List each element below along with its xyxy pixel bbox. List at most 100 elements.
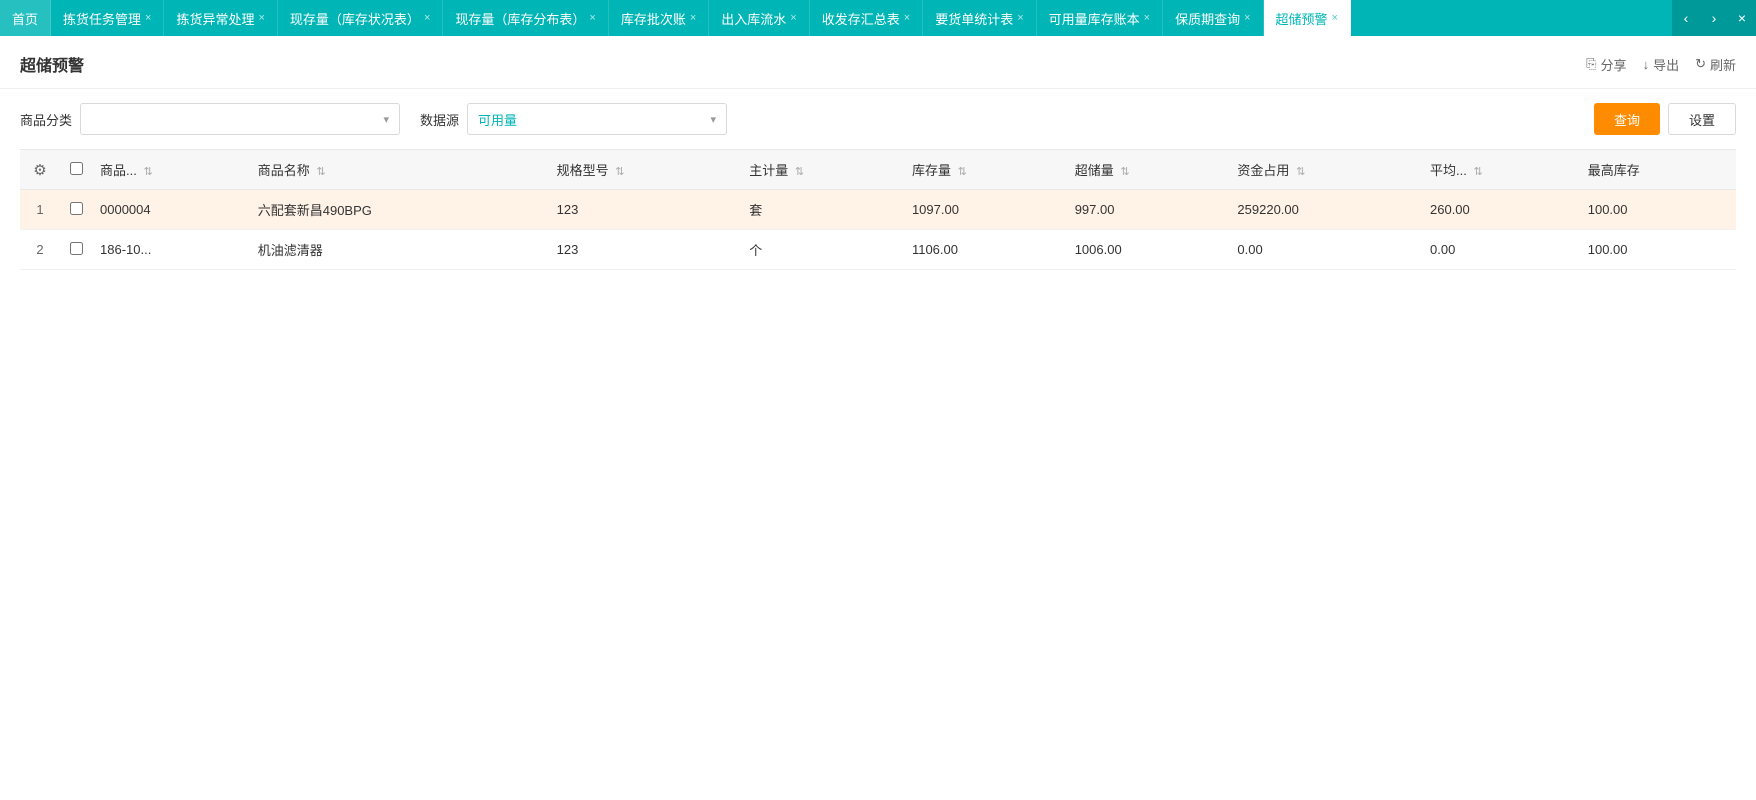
nav-label-5: 库存批次账 xyxy=(621,9,686,28)
th-product-name[interactable]: 商品名称 xyxy=(250,150,549,190)
cell-over-stock-1: 1006.00 xyxy=(1067,230,1230,270)
th-product-name-label: 商品名称 xyxy=(258,163,310,178)
datasource-select[interactable]: 可用量 ▾ xyxy=(467,103,727,135)
cell-stock-1: 1106.00 xyxy=(904,230,1067,270)
datasource-value: 可用量 xyxy=(478,110,517,129)
cell-spec-1: 123 xyxy=(549,230,742,270)
th-checkbox[interactable] xyxy=(60,150,92,190)
nav-label-home: 首页 xyxy=(12,9,38,28)
cell-unit-0: 套 xyxy=(741,190,904,230)
nav-item-5[interactable]: 库存批次账 × xyxy=(609,0,709,36)
nav-close-10[interactable]: × xyxy=(1244,12,1250,24)
nav-item-3[interactable]: 现存量（库存状况表） × xyxy=(278,0,443,36)
nav-label-6: 出入库流水 xyxy=(721,9,786,28)
table-row: 2 186-10... 机油滤清器 123 个 1106.00 1006.00 … xyxy=(20,230,1736,270)
nav-arrow-left[interactable]: ‹ xyxy=(1672,0,1700,36)
th-over-stock[interactable]: 超储量 xyxy=(1067,150,1230,190)
cell-spec-0: 123 xyxy=(549,190,742,230)
nav-item-4[interactable]: 现存量（库存分布表） × xyxy=(443,0,608,36)
nav-close-4[interactable]: × xyxy=(589,12,595,24)
refresh-label: 刷新 xyxy=(1710,55,1736,74)
th-stock-label: 库存量 xyxy=(912,163,951,178)
nav-close-8[interactable]: × xyxy=(1017,12,1023,24)
th-max-stock[interactable]: 最高库存 xyxy=(1580,150,1736,190)
th-stock[interactable]: 库存量 xyxy=(904,150,1067,190)
nav-label-11: 超储预警 xyxy=(1276,9,1328,28)
sort-stock-icon[interactable] xyxy=(958,165,967,178)
sort-unit-icon[interactable] xyxy=(795,165,804,178)
sort-product-code-icon[interactable] xyxy=(143,165,152,178)
nav-item-9[interactable]: 可用量库存账本 × xyxy=(1037,0,1163,36)
nav-label-7: 收发存汇总表 xyxy=(822,9,900,28)
nav-close-7[interactable]: × xyxy=(904,12,910,24)
sort-product-name-icon[interactable] xyxy=(316,165,325,178)
category-label: 商品分类 xyxy=(20,110,72,129)
nav-item-6[interactable]: 出入库流水 × xyxy=(709,0,809,36)
th-gear[interactable]: ⚙ xyxy=(20,150,60,190)
category-filter: 商品分类 ▾ xyxy=(20,103,400,135)
gear-icon[interactable]: ⚙ xyxy=(33,162,46,179)
share-button[interactable]: ⎘ 分享 xyxy=(1586,55,1626,74)
th-over-stock-label: 超储量 xyxy=(1075,163,1114,178)
datasource-filter: 数据源 可用量 ▾ xyxy=(420,103,727,135)
cell-product-name-0: 六配套新昌490BPG xyxy=(250,190,549,230)
nav-item-8[interactable]: 要货单统计表 × xyxy=(923,0,1036,36)
nav-item-home[interactable]: 首页 xyxy=(0,0,51,36)
th-capital-label: 资金占用 xyxy=(1237,163,1289,178)
cell-avg-0: 260.00 xyxy=(1422,190,1580,230)
sort-avg-icon[interactable] xyxy=(1473,165,1482,178)
filter-buttons: 查询 设置 xyxy=(1594,103,1736,135)
export-button[interactable]: ↓ 导出 xyxy=(1643,55,1680,74)
nav-close-11[interactable]: × xyxy=(1332,12,1338,24)
cell-capital-0: 259220.00 xyxy=(1229,190,1422,230)
row-num-0: 1 xyxy=(20,190,60,230)
nav-label-3: 现存量（库存状况表） xyxy=(290,9,420,28)
data-table: ⚙ 商品... 商品名称 规格型号 xyxy=(20,149,1736,270)
sort-capital-icon[interactable] xyxy=(1296,165,1305,178)
nav-item-11[interactable]: 超储预警 × xyxy=(1264,0,1351,36)
nav-bar: 首页 拣货任务管理 × 拣货异常处理 × 现存量（库存状况表） × 现存量（库存… xyxy=(0,0,1756,36)
select-all-checkbox[interactable] xyxy=(70,162,83,175)
nav-close-3[interactable]: × xyxy=(424,12,430,24)
th-avg[interactable]: 平均... xyxy=(1422,150,1580,190)
nav-label-10: 保质期查询 xyxy=(1175,9,1240,28)
nav-arrow-close[interactable]: × xyxy=(1728,0,1756,36)
th-avg-label: 平均... xyxy=(1430,163,1467,178)
nav-item-7[interactable]: 收发存汇总表 × xyxy=(810,0,923,36)
nav-label-2: 拣货异常处理 xyxy=(176,9,254,28)
sort-over-stock-icon[interactable] xyxy=(1120,165,1129,178)
nav-item-10[interactable]: 保质期查询 × xyxy=(1163,0,1263,36)
cell-product-name-1: 机油滤清器 xyxy=(250,230,549,270)
th-max-stock-label: 最高库存 xyxy=(1588,163,1640,178)
th-capital[interactable]: 资金占用 xyxy=(1229,150,1422,190)
th-unit[interactable]: 主计量 xyxy=(741,150,904,190)
category-select[interactable]: ▾ xyxy=(80,103,400,135)
row-checkbox-1[interactable] xyxy=(60,230,92,270)
export-label: 导出 xyxy=(1653,55,1679,74)
nav-item-1[interactable]: 拣货任务管理 × xyxy=(51,0,164,36)
nav-close-2[interactable]: × xyxy=(258,12,264,24)
page-content: 超储预警 ⎘ 分享 ↓ 导出 ↻ 刷新 商品分类 ▾ 数据源 xyxy=(0,36,1756,800)
query-button[interactable]: 查询 xyxy=(1594,103,1660,135)
nav-close-9[interactable]: × xyxy=(1144,12,1150,24)
row-checkbox-0[interactable] xyxy=(60,190,92,230)
settings-button[interactable]: 设置 xyxy=(1668,103,1736,135)
th-spec-label: 规格型号 xyxy=(557,163,609,178)
nav-close-1[interactable]: × xyxy=(145,12,151,24)
nav-item-2[interactable]: 拣货异常处理 × xyxy=(164,0,277,36)
header-actions: ⎘ 分享 ↓ 导出 ↻ 刷新 xyxy=(1586,55,1736,74)
refresh-button[interactable]: ↻ 刷新 xyxy=(1695,55,1736,74)
nav-arrow-right[interactable]: › xyxy=(1700,0,1728,36)
cell-max-stock-0: 100.00 xyxy=(1580,190,1736,230)
table-row: 1 0000004 六配套新昌490BPG 123 套 1097.00 997.… xyxy=(20,190,1736,230)
th-product-code[interactable]: 商品... xyxy=(92,150,250,190)
nav-close-6[interactable]: × xyxy=(790,12,796,24)
datasource-label: 数据源 xyxy=(420,110,459,129)
export-icon: ↓ xyxy=(1643,57,1650,72)
sort-spec-icon[interactable] xyxy=(615,165,624,178)
nav-close-5[interactable]: × xyxy=(690,12,696,24)
cell-product-code-1: 186-10... xyxy=(92,230,250,270)
nav-label-4: 现存量（库存分布表） xyxy=(455,9,585,28)
cell-stock-0: 1097.00 xyxy=(904,190,1067,230)
th-spec[interactable]: 规格型号 xyxy=(549,150,742,190)
